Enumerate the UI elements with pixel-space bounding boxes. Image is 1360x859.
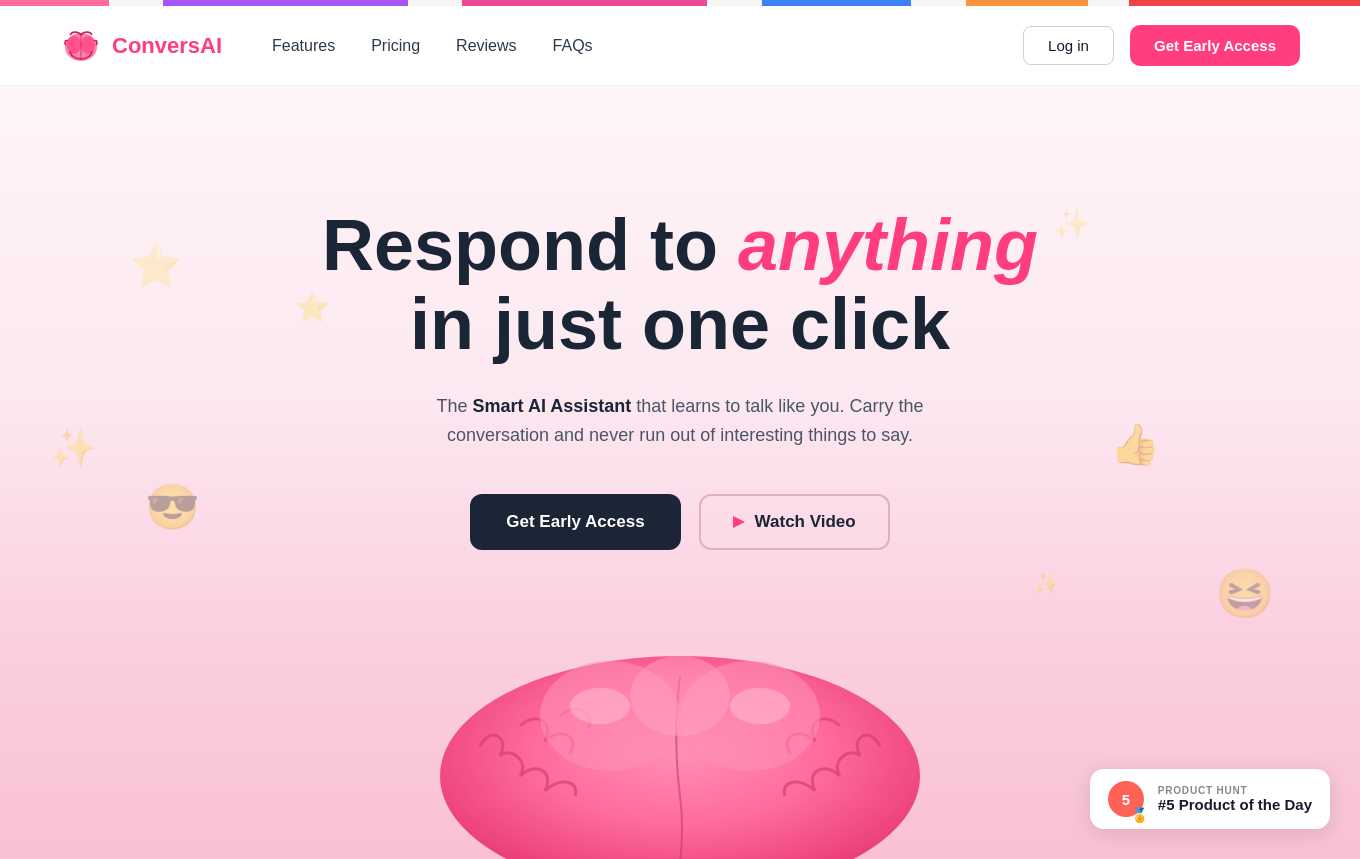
logo-link[interactable]: ConversAI <box>60 25 222 67</box>
watch-video-button[interactable]: Watch Video <box>699 494 890 550</box>
deco-sparkle-3: ✨ <box>1033 571 1060 597</box>
early-access-nav-button[interactable]: Get Early Access <box>1130 25 1300 66</box>
product-hunt-badge[interactable]: 5 🏅 PRODUCT HUNT #5 Product of the Day <box>1090 769 1330 829</box>
product-hunt-title: #5 Product of the Day <box>1158 796 1312 813</box>
deco-sunglasses: 😎 <box>145 481 200 533</box>
deco-sparkle-2: ✨ <box>1053 206 1090 241</box>
navbar-left: ConversAI Features Pricing Reviews FAQs <box>60 25 593 67</box>
nav-links: Features Pricing Reviews FAQs <box>272 37 593 55</box>
nav-link-features[interactable]: Features <box>272 37 335 54</box>
brain-logo-icon <box>60 25 102 67</box>
nav-link-faqs[interactable]: FAQs <box>553 37 593 54</box>
hero-section: ⭐ ✨ ⭐ 😎 ✨ 👍 😆 ✨ Respond to anything in j… <box>0 86 1360 859</box>
hero-subtitle: The Smart AI Assistant that learns to ta… <box>400 392 960 450</box>
play-icon <box>733 516 745 528</box>
watch-video-label: Watch Video <box>755 512 856 532</box>
product-hunt-text: PRODUCT HUNT #5 Product of the Day <box>1158 785 1312 813</box>
navbar-right: Log in Get Early Access <box>1023 25 1300 66</box>
svg-point-2 <box>81 36 95 54</box>
hero-title: Respond to anything in just one click <box>322 206 1038 364</box>
product-hunt-icon: 5 🏅 <box>1108 781 1144 817</box>
hero-content: Respond to anything in just one click Th… <box>322 206 1038 550</box>
deco-sparkle-1: ✨ <box>50 426 97 470</box>
brain-illustration <box>380 596 980 859</box>
medal-icon: 🏅 <box>1131 807 1148 823</box>
logo-text: ConversAI <box>112 33 222 59</box>
deco-thumbsup: 👍 <box>1110 421 1160 468</box>
product-hunt-label: PRODUCT HUNT <box>1158 785 1312 796</box>
hero-title-part2: in just one click <box>410 284 950 364</box>
hero-title-part1: Respond to <box>322 205 738 285</box>
early-access-hero-button[interactable]: Get Early Access <box>470 494 680 550</box>
deco-laugh: 😆 <box>1215 566 1275 622</box>
login-button[interactable]: Log in <box>1023 26 1114 65</box>
deco-star-1: ⭐ <box>130 241 182 290</box>
svg-point-1 <box>67 36 81 54</box>
nav-link-reviews[interactable]: Reviews <box>456 37 516 54</box>
hero-title-highlight: anything <box>738 205 1038 285</box>
svg-point-9 <box>730 688 790 724</box>
hero-buttons: Get Early Access Watch Video <box>322 494 1038 550</box>
svg-point-7 <box>630 656 730 736</box>
navbar: ConversAI Features Pricing Reviews FAQs … <box>0 6 1360 86</box>
svg-point-8 <box>570 688 630 724</box>
nav-link-pricing[interactable]: Pricing <box>371 37 420 54</box>
